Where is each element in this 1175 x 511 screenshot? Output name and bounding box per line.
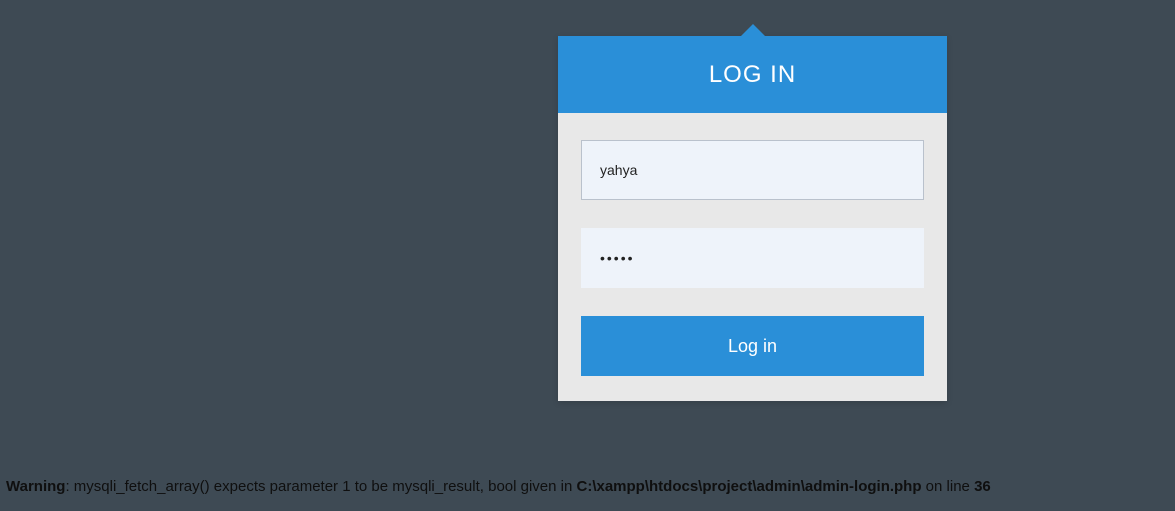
card-pointer-icon: [741, 24, 765, 36]
username-input[interactable]: [581, 140, 924, 200]
password-input[interactable]: [581, 228, 924, 288]
warning-message-b: on line: [922, 478, 975, 495]
card-body: Log in: [558, 113, 947, 401]
warning-label: Warning: [6, 478, 65, 495]
login-button[interactable]: Log in: [581, 316, 924, 376]
php-warning-text: Warning: mysqli_fetch_array() expects pa…: [6, 478, 991, 495]
warning-line-no: 36: [974, 478, 991, 495]
login-card: LOG IN Log in: [558, 36, 947, 401]
warning-message-a: : mysqli_fetch_array() expects parameter…: [65, 478, 576, 495]
card-header: LOG IN: [558, 36, 947, 113]
warning-path: C:\xampp\htdocs\project\admin\admin-logi…: [577, 478, 922, 495]
card-title: LOG IN: [709, 61, 796, 89]
